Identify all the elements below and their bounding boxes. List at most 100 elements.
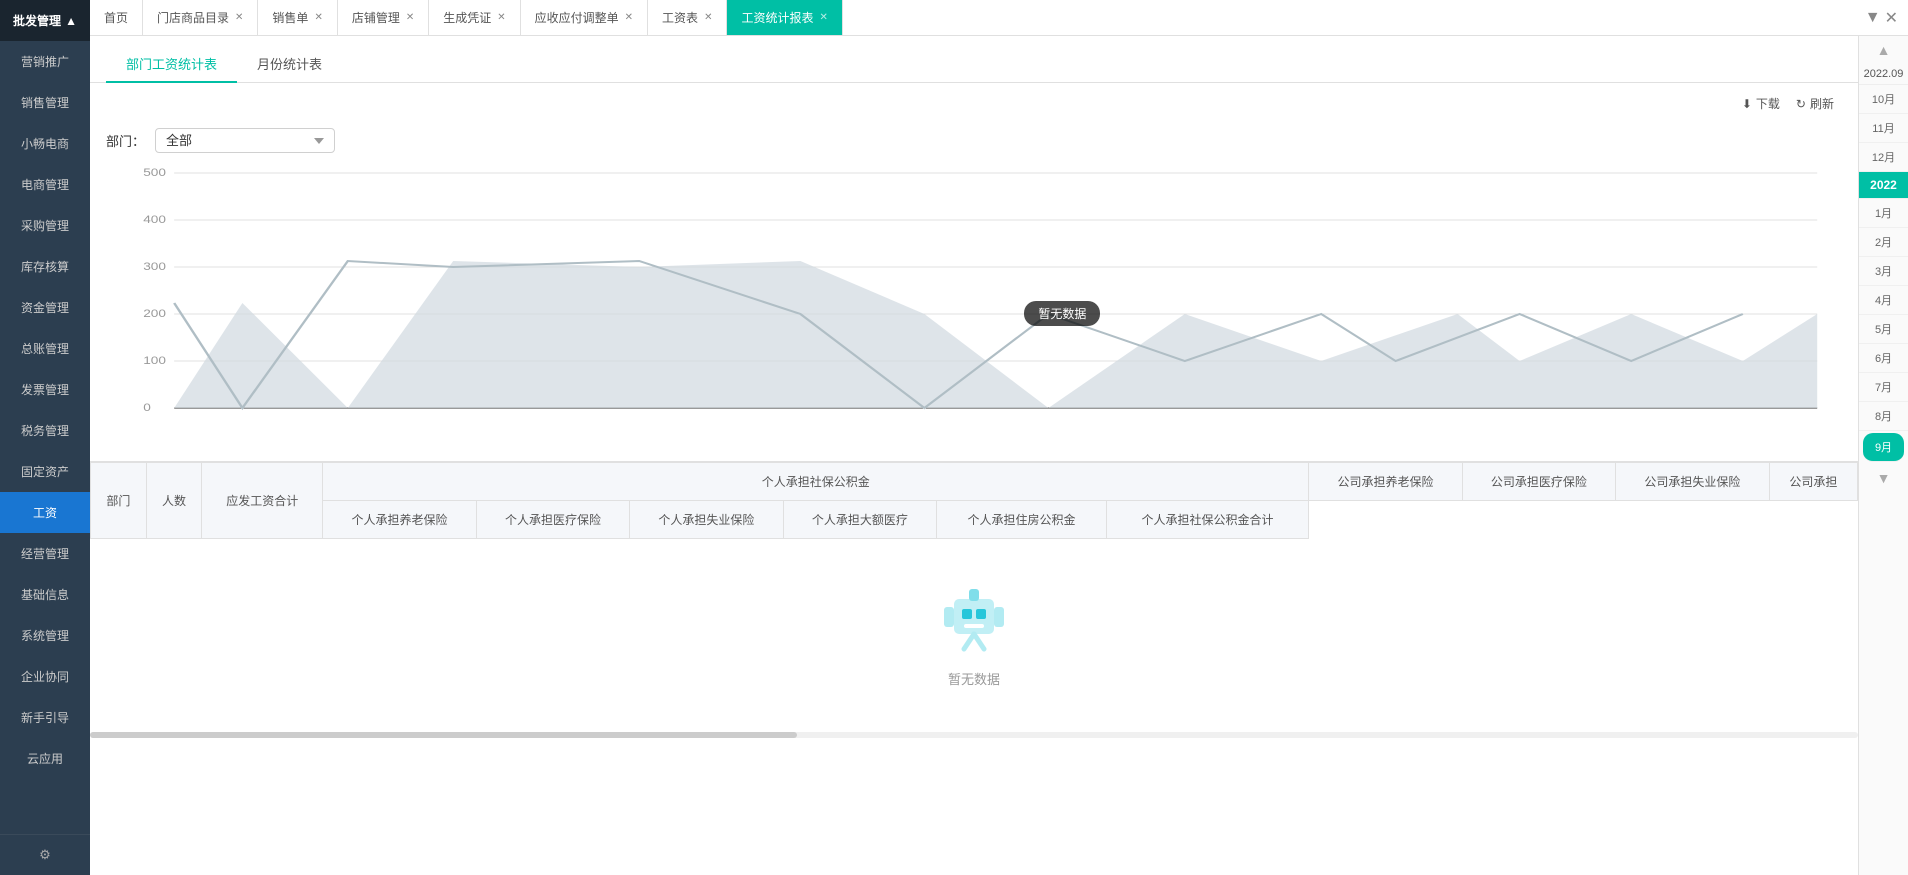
refresh-icon: ↻ [1796,97,1806,111]
svg-text:300: 300 [143,260,166,272]
empty-icon [934,579,1014,659]
tab-label-3: 店铺管理 [352,9,400,26]
col-header-dept: 部门 [91,463,147,539]
filter-label: 部门： [106,131,145,150]
scroll-thumb[interactable] [90,732,797,738]
month-item-6[interactable]: 3月 [1859,257,1908,286]
month-sidebar: ▲ 2022.09 10月11月12月20221月2月3月4月5月6月7月8月9… [1858,36,1908,875]
department-select[interactable]: 全部 [155,128,335,153]
svg-text:0: 0 [143,401,151,413]
empty-label: 暂无数据 [948,669,1000,688]
sidebar-item-14[interactable]: 系统管理 [0,615,90,656]
empty-state: 暂无数据 [90,539,1858,728]
month-item-9[interactable]: 6月 [1859,344,1908,373]
sidebar-logo-text: 批发管理 [13,12,61,29]
data-table: 部门 人数 应发工资合计 个人承担社保公积金 公司承担养老保险 公司承担医疗保险… [90,462,1858,539]
main-area: 首页门店商品目录✕销售单✕店铺管理✕生成凭证✕应收应付调整单✕工资表✕工资统计报… [90,0,1908,875]
tab-item-7[interactable]: 工资统计报表✕ [727,0,842,36]
scroll-track[interactable] [90,732,1858,738]
sidebar-item-5[interactable]: 库存核算 [0,246,90,287]
tab-item-0[interactable]: 首页 [90,0,143,36]
col-header-company-other: 公司承担 [1769,463,1857,501]
col-header-personal-pension: 个人承担养老保险 [323,501,476,539]
sidebar-item-13[interactable]: 基础信息 [0,574,90,615]
tab-item-6[interactable]: 工资表✕ [648,0,727,36]
tab-close-1[interactable]: ✕ [235,12,243,23]
month-item-2[interactable]: 12月 [1859,143,1908,172]
sidebar-logo[interactable]: 批发管理 ▲ [0,0,90,41]
tab-close-2[interactable]: ✕ [314,12,322,23]
tab-item-3[interactable]: 店铺管理 ✕ [338,0,429,36]
tab-label-1: 门店商品目录 [157,9,229,26]
sidebar-item-11[interactable]: 工资 [0,492,90,533]
month-item-7[interactable]: 4月 [1859,286,1908,315]
svg-text:100: 100 [143,354,166,366]
toolbar: ⬇ 下载 ↻ 刷新 [90,83,1858,124]
col-header-personal-bigmedical: 个人承担大额医疗 [783,501,936,539]
tab-label-0: 首页 [104,9,128,26]
month-item-4[interactable]: 1月 [1859,199,1908,228]
chart-area: 500 400 300 200 100 0 [90,161,1858,461]
sub-tab-0[interactable]: 部门工资统计表 [106,46,237,83]
sidebar-item-10[interactable]: 固定资产 [0,451,90,492]
month-item-10[interactable]: 7月 [1859,373,1908,402]
month-item-12[interactable]: 9月 [1863,433,1904,462]
tab-item-1[interactable]: 门店商品目录 ✕ [143,0,258,36]
sidebar-item-0[interactable]: 营销推广 [0,41,90,82]
month-item-8[interactable]: 5月 [1859,315,1908,344]
tab-close-5[interactable]: ✕ [625,12,633,23]
download-label: 下载 [1756,95,1780,112]
table-area[interactable]: 部门 人数 应发工资合计 个人承担社保公积金 公司承担养老保险 公司承担医疗保险… [90,461,1858,875]
svg-text:200: 200 [143,307,166,319]
col-header-company-medical: 公司承担医疗保险 [1462,463,1615,501]
main-content: 部门工资统计表月份统计表 ⬇ 下载 ↻ 刷新 部门： 全部 [90,36,1858,875]
sidebar-footer[interactable]: ⚙ [0,834,90,875]
sidebar-item-3[interactable]: 电商管理 [0,164,90,205]
sidebar-item-6[interactable]: 资金管理 [0,287,90,328]
tab-label-2: 销售单 [272,9,308,26]
tab-bar: 首页门店商品目录✕销售单✕店铺管理✕生成凭证✕应收应付调整单✕工资表✕工资统计报… [90,0,1908,36]
month-year-label: 2022.09 [1859,64,1908,85]
col-header-personal-group: 个人承担社保公积金 [323,463,1309,501]
sidebar-item-12[interactable]: 经营管理 [0,533,90,574]
col-header-company-pension: 公司承担养老保险 [1309,463,1462,501]
sidebar-item-17[interactable]: 云应用 [0,738,90,779]
settings-icon: ⚙ [39,847,51,862]
sidebar-item-9[interactable]: 税务管理 [0,410,90,451]
sidebar-item-1[interactable]: 销售管理 [0,82,90,123]
filter-row: 部门： 全部 [90,124,1858,161]
refresh-button[interactable]: ↻ 刷新 [1788,91,1842,116]
tab-bar-end: ▼✕ [1855,8,1908,28]
sidebar-item-2[interactable]: 小畅电商 [0,123,90,164]
sidebar-item-4[interactable]: 采购管理 [0,205,90,246]
col-header-personal-housing: 个人承担住房公积金 [937,501,1107,539]
month-item-1[interactable]: 11月 [1859,114,1908,143]
tab-close-7[interactable]: ✕ [819,12,827,23]
download-button[interactable]: ⬇ 下载 [1734,91,1788,116]
sidebar-item-7[interactable]: 总账管理 [0,328,90,369]
tab-item-4[interactable]: 生成凭证✕ [429,0,520,36]
month-nav-down[interactable]: ▼ [1859,464,1908,492]
month-nav-up[interactable]: ▲ [1859,36,1908,64]
month-item-5[interactable]: 2月 [1859,228,1908,257]
col-header-total: 应发工资合计 [202,463,323,539]
tab-close-3[interactable]: ✕ [406,12,414,23]
month-item-0[interactable]: 10月 [1859,85,1908,114]
tab-item-2[interactable]: 销售单 ✕ [258,0,337,36]
month-item-11[interactable]: 8月 [1859,402,1908,431]
tab-item-5[interactable]: 应收应付调整单✕ [521,0,648,36]
tab-close-4[interactable]: ✕ [497,12,505,23]
tab-close-6[interactable]: ✕ [704,12,712,23]
sidebar-item-8[interactable]: 发票管理 [0,369,90,410]
col-header-company-unemploy: 公司承担失业保险 [1616,463,1769,501]
sub-tab-bar: 部门工资统计表月份统计表 [90,36,1858,83]
tab-collapse-icon[interactable]: ▼ [1865,9,1881,27]
col-header-personal-subtotal: 个人承担社保公积金合计 [1106,501,1308,539]
tab-close-all-icon[interactable]: ✕ [1885,8,1898,28]
month-item-3[interactable]: 2022 [1859,172,1908,199]
sidebar-item-16[interactable]: 新手引导 [0,697,90,738]
col-header-count: 人数 [146,463,202,539]
sub-tab-1[interactable]: 月份统计表 [237,46,342,83]
sidebar-item-15[interactable]: 企业协同 [0,656,90,697]
chart-svg: 500 400 300 200 100 0 [106,161,1842,441]
